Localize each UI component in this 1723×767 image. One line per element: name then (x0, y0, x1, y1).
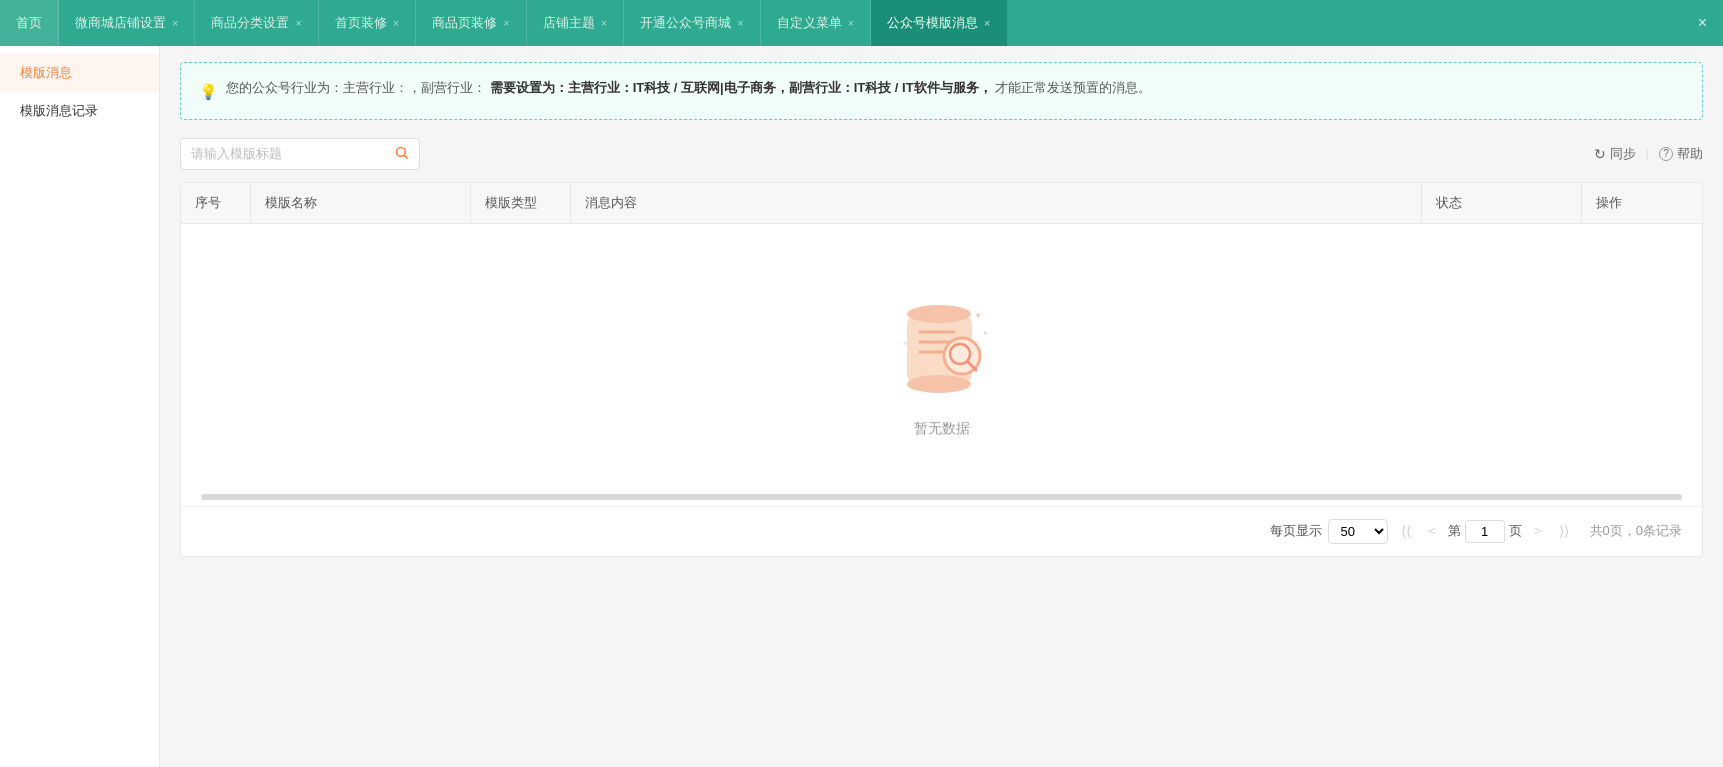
svg-text:✦: ✦ (974, 310, 982, 321)
search-wrap (180, 138, 420, 170)
sync-label: 同步 (1610, 145, 1636, 163)
close-icon[interactable]: × (295, 18, 301, 29)
col-header-seq: 序号 (181, 183, 251, 223)
search-button[interactable] (384, 139, 419, 169)
page-size-select[interactable]: 10 20 50 100 (1328, 519, 1388, 544)
horizontal-scrollbar[interactable] (201, 494, 1682, 500)
notice-text: 您的公众号行业为：主营行业：，副营行业： 需要设置为：主营行业：IT科技 / 互… (226, 77, 1151, 99)
svg-point-5 (907, 375, 971, 393)
nav-tab-template-msg[interactable]: 公众号模版消息 × (871, 0, 1007, 46)
help-button[interactable]: ? 帮助 (1659, 145, 1703, 163)
nav-tab-shop-settings[interactable]: 微商城店铺设置 × (59, 0, 195, 46)
empty-illustration: ✦ ✦ ✦ (882, 284, 1002, 404)
nav-tab-home-decor-label: 首页装修 (335, 14, 387, 32)
sidebar-item-template-msg-log[interactable]: 模版消息记录 (0, 92, 159, 130)
total-info: 共0页，0条记录 (1590, 522, 1682, 540)
layout: 模版消息 模版消息记录 💡 您的公众号行业为：主营行业：，副营行业： 需要设置为… (0, 46, 1723, 767)
divider: | (1646, 146, 1649, 161)
empty-text: 暂无数据 (914, 420, 970, 438)
col-header-action: 操作 (1582, 183, 1702, 223)
first-page-button[interactable]: ⟨⟨ (1396, 521, 1416, 541)
col-header-content: 消息内容 (571, 183, 1422, 223)
table-header: 序号 模版名称 模版类型 消息内容 状态 操作 (181, 183, 1702, 224)
page-unit: 页 (1509, 522, 1522, 540)
page-input[interactable] (1465, 520, 1505, 543)
search-input[interactable] (181, 140, 384, 167)
col-header-type: 模版类型 (471, 183, 571, 223)
notice-icon: 💡 (199, 79, 218, 105)
svg-point-4 (907, 305, 971, 323)
help-label: 帮助 (1677, 145, 1703, 163)
close-icon[interactable]: × (393, 18, 399, 29)
scrollbar-row[interactable] (181, 488, 1702, 506)
help-icon: ? (1659, 147, 1673, 161)
prev-page-button[interactable]: ＜ (1420, 520, 1444, 542)
page-nav: ⟨⟨ ＜ 第 页 ＞ ⟩⟩ (1396, 520, 1574, 543)
nav-tab-home-label: 首页 (16, 14, 42, 32)
page-label: 第 (1448, 522, 1461, 540)
col-header-name: 模版名称 (251, 183, 471, 223)
svg-line-1 (404, 155, 407, 158)
main-content: 💡 您的公众号行业为：主营行业：，副营行业： 需要设置为：主营行业：IT科技 /… (160, 46, 1723, 767)
sidebar-item-template-msg[interactable]: 模版消息 (0, 54, 159, 92)
pagination: 每页显示 10 20 50 100 ⟨⟨ ＜ 第 页 ＞ ⟩⟩ (181, 506, 1702, 556)
sync-icon: ↻ (1594, 146, 1606, 162)
close-icon[interactable]: × (601, 18, 607, 29)
svg-text:✦: ✦ (982, 329, 989, 338)
nav-tab-home[interactable]: 首页 (0, 0, 59, 46)
close-icon[interactable]: × (984, 18, 990, 29)
nav-tab-custom-menu-label: 自定义菜单 (777, 14, 842, 32)
page-size-wrap: 每页显示 10 20 50 100 (1270, 519, 1388, 544)
close-all-button[interactable]: × (1682, 14, 1723, 32)
nav-tab-theme-label: 店铺主题 (543, 14, 595, 32)
notice-box: 💡 您的公众号行业为：主营行业：，副营行业： 需要设置为：主营行业：IT科技 /… (180, 62, 1703, 120)
nav-tab-wechat-mall[interactable]: 开通公众号商城 × (624, 0, 760, 46)
next-page-button[interactable]: ＞ (1526, 520, 1550, 542)
sync-button[interactable]: ↻ 同步 (1594, 145, 1636, 163)
close-icon[interactable]: × (848, 18, 854, 29)
nav-tab-wechat-mall-label: 开通公众号商城 (640, 14, 731, 32)
nav-tab-theme[interactable]: 店铺主题 × (527, 0, 624, 46)
nav-tab-category-label: 商品分类设置 (211, 14, 289, 32)
toolbar: ↻ 同步 | ? 帮助 (180, 138, 1703, 170)
nav-tab-product-decor[interactable]: 商品页装修 × (416, 0, 526, 46)
svg-text:✦: ✦ (902, 340, 908, 347)
nav-tab-product-decor-label: 商品页装修 (432, 14, 497, 32)
nav-tab-shop-settings-label: 微商城店铺设置 (75, 14, 166, 32)
sidebar: 模版消息 模版消息记录 (0, 46, 160, 767)
page-size-label: 每页显示 (1270, 522, 1322, 540)
empty-state: ✦ ✦ ✦ 暂无数据 (181, 224, 1702, 488)
nav-tab-template-msg-label: 公众号模版消息 (887, 14, 978, 32)
top-nav: 首页 微商城店铺设置 × 商品分类设置 × 首页装修 × 商品页装修 × 店铺主… (0, 0, 1723, 46)
col-header-status: 状态 (1422, 183, 1582, 223)
toolbar-right: ↻ 同步 | ? 帮助 (1594, 145, 1703, 163)
close-icon[interactable]: × (172, 18, 178, 29)
nav-tab-custom-menu[interactable]: 自定义菜单 × (761, 0, 871, 46)
data-table: 序号 模版名称 模版类型 消息内容 状态 操作 (180, 182, 1703, 557)
last-page-button[interactable]: ⟩⟩ (1554, 521, 1574, 541)
nav-tab-home-decor[interactable]: 首页装修 × (319, 0, 416, 46)
close-icon[interactable]: × (503, 18, 509, 29)
nav-tab-category[interactable]: 商品分类设置 × (195, 0, 318, 46)
close-icon[interactable]: × (737, 18, 743, 29)
